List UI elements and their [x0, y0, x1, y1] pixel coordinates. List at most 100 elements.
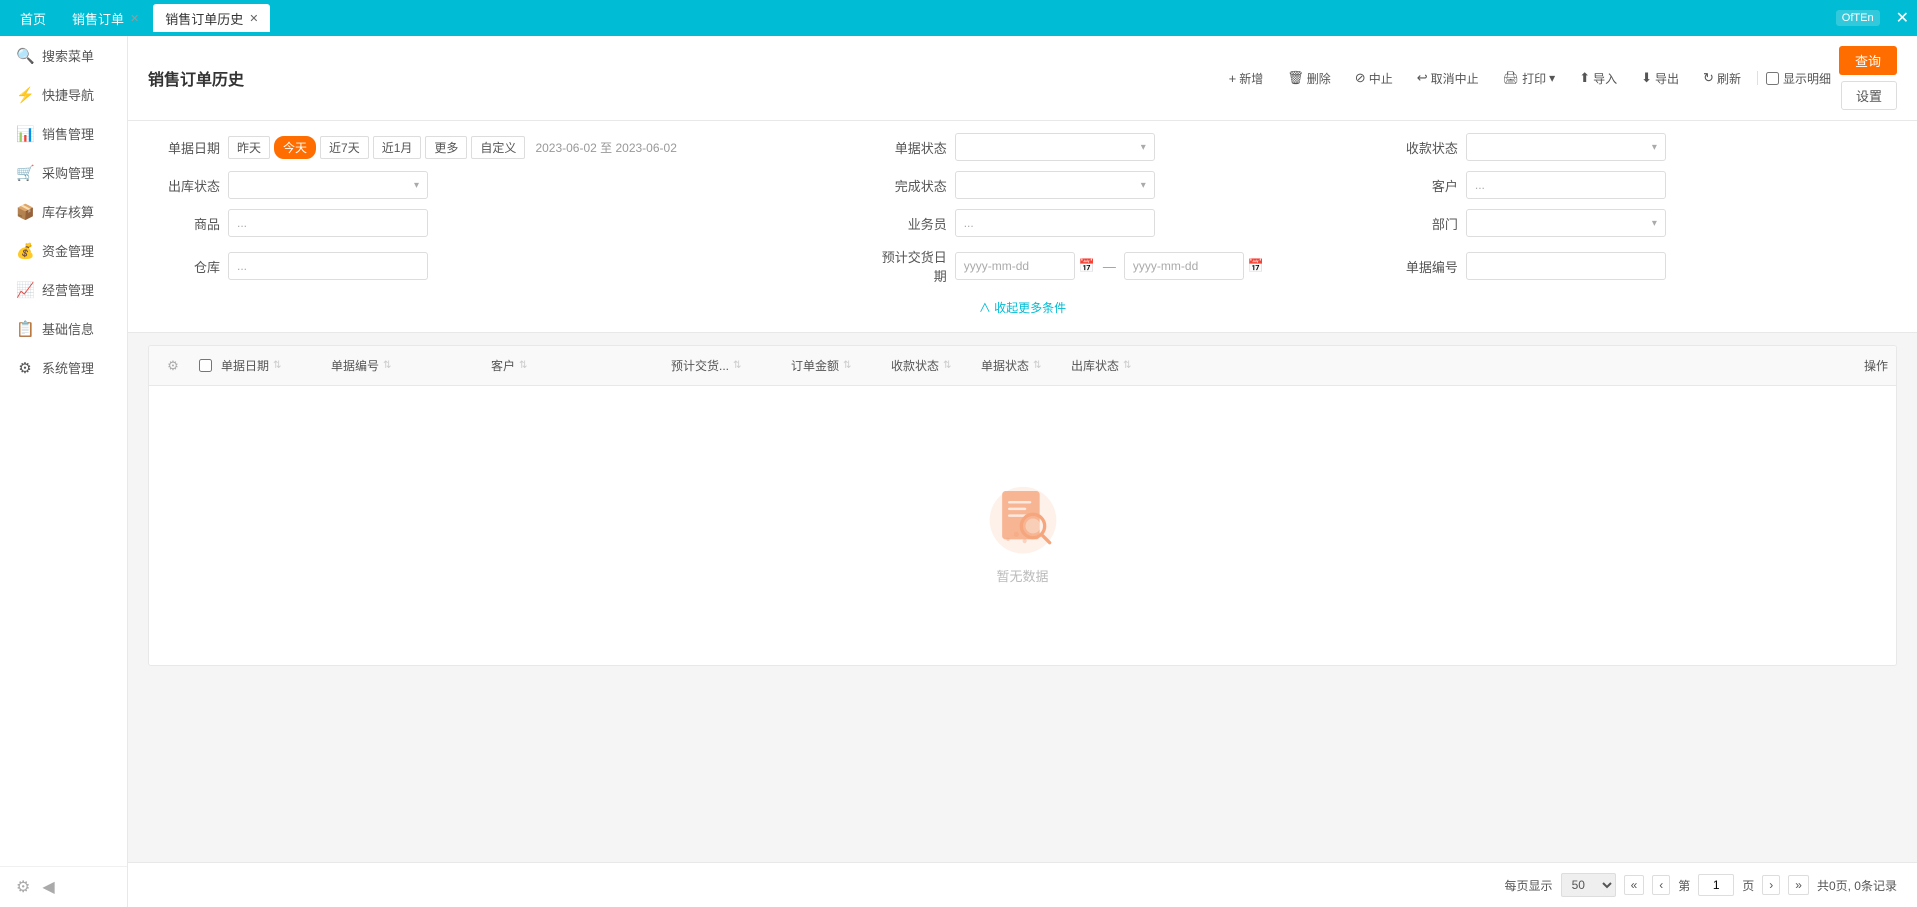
sales-icon: 📊 [16, 125, 34, 143]
order-number-input[interactable] [1466, 252, 1666, 280]
import-button[interactable]: ⬆ 导入 [1571, 66, 1625, 91]
th-number[interactable]: 单据编号 ⇅ [331, 357, 491, 374]
department-control: ▾ [1466, 209, 1897, 237]
outstock-status-select[interactable]: ▾ [228, 171, 428, 199]
window-close-button[interactable]: ✕ [1896, 8, 1909, 28]
tab-sales-order-history-close[interactable]: ✕ [249, 12, 258, 25]
page-summary: 共0页, 0条记录 [1817, 877, 1897, 894]
sidebar-item-quick-nav[interactable]: ⚡ 快捷导航 [0, 75, 127, 114]
th-receipt[interactable]: 收款状态 ⇅ [891, 357, 981, 374]
table-wrap: ⚙ 单据日期 ⇅ 单据编号 ⇅ 客户 ⇅ [148, 345, 1897, 666]
sidebar-item-quick-nav-label: 快捷导航 [42, 85, 94, 104]
date-btn-yesterday[interactable]: 昨天 [228, 136, 270, 159]
th-status[interactable]: 单据状态 ⇅ [981, 357, 1071, 374]
th-outstock[interactable]: 出库状态 ⇅ [1071, 357, 1171, 374]
sidebar-item-base-info[interactable]: 📋 基础信息 [0, 309, 127, 348]
pagination: 每页显示 50 10 20 100 « ‹ 第 页 › » 共0页, 0条记录 [128, 862, 1917, 907]
sidebar-item-purchase-mgmt[interactable]: 🛒 采购管理 [0, 153, 127, 192]
page-header: 销售订单历史 + 新增 🗑 删除 ⊘ 中止 ↩ 取消中止 [128, 36, 1917, 121]
query-button[interactable]: 查询 [1839, 46, 1897, 75]
delete-button[interactable]: 🗑 删除 [1279, 66, 1339, 91]
date-range-buttons: 昨天 今天 近7天 近1月 更多 自定义 [228, 136, 525, 159]
sidebar-item-inventory-check[interactable]: 📦 库存核算 [0, 192, 127, 231]
department-label: 部门 [1386, 214, 1466, 233]
sidebar-collapse-icon[interactable]: ◀ [42, 877, 54, 897]
date-filter-control: 昨天 今天 近7天 近1月 更多 自定义 2023-06-02 至 2023-0… [228, 136, 875, 159]
sidebar-item-ops-mgmt[interactable]: 📈 经营管理 [0, 270, 127, 309]
sidebar-settings-icon[interactable]: ⚙ [16, 877, 30, 897]
th-amount[interactable]: 订单金额 ⇅ [791, 357, 891, 374]
order-number-label: 单据编号 [1386, 257, 1466, 276]
th-number-label: 单据编号 [331, 357, 379, 374]
sidebar-item-fund-mgmt[interactable]: 💰 资金管理 [0, 231, 127, 270]
date-btn-more[interactable]: 更多 [425, 136, 467, 159]
collapse-label: ∧ 收起更多条件 [979, 301, 1066, 315]
th-receipt-label: 收款状态 [891, 357, 939, 374]
print-button[interactable]: 🖨 打印 ▾ [1495, 66, 1564, 91]
page-suffix: 页 [1742, 877, 1754, 894]
date-btn-custom[interactable]: 自定义 [471, 136, 525, 159]
salesperson-select[interactable]: ... [955, 209, 1155, 237]
table-select-all[interactable] [189, 359, 221, 372]
th-date[interactable]: 单据日期 ⇅ [221, 357, 331, 374]
tab-home[interactable]: 首页 [8, 9, 58, 28]
last-page-button[interactable]: » [1788, 875, 1809, 895]
th-customer[interactable]: 客户 ⇅ [491, 357, 671, 374]
tab-sales-order-close[interactable]: ✕ [130, 12, 139, 25]
refresh-button[interactable]: ↻ 刷新 [1695, 66, 1749, 91]
next-page-button[interactable]: › [1762, 875, 1780, 895]
th-amount-label: 订单金额 [791, 357, 839, 374]
th-date-sort: ⇅ [273, 360, 281, 371]
stop-button[interactable]: ⊘ 中止 [1347, 66, 1401, 91]
date-btn-last7[interactable]: 近7天 [320, 136, 369, 159]
sidebar-item-sales-mgmt[interactable]: 📊 销售管理 [0, 114, 127, 153]
date-end-input[interactable]: yyyy-mm-dd [1124, 252, 1244, 280]
goods-select[interactable]: ... [228, 209, 428, 237]
export-button[interactable]: ⬇ 导出 [1633, 66, 1687, 91]
warehouse-select[interactable]: ... [228, 252, 428, 280]
new-label: 新增 [1239, 70, 1263, 87]
complete-status-select[interactable]: ▾ [955, 171, 1155, 199]
date-btn-last1month[interactable]: 近1月 [373, 136, 422, 159]
show-detail-input[interactable] [1766, 72, 1779, 85]
tab-sales-order[interactable]: 销售订单 ✕ [60, 4, 151, 32]
first-page-button[interactable]: « [1624, 875, 1645, 895]
collapse-button[interactable]: ∧ 收起更多条件 [148, 295, 1897, 320]
page-size-select[interactable]: 50 10 20 100 [1561, 873, 1616, 897]
refresh-icon: ↻ [1703, 70, 1714, 86]
order-status-select[interactable]: ▾ [955, 133, 1155, 161]
search-icon: 🔍 [16, 47, 34, 65]
department-select[interactable]: ▾ [1466, 209, 1666, 237]
tab-sales-order-history-label: 销售订单历史 [165, 9, 243, 28]
date-start-input[interactable]: yyyy-mm-dd [955, 252, 1075, 280]
empty-text: 暂无数据 [996, 566, 1048, 585]
sidebar-item-search-menu[interactable]: 🔍 搜索菜单 [0, 36, 127, 75]
select-all-checkbox[interactable] [199, 359, 212, 372]
th-status-label: 单据状态 [981, 357, 1029, 374]
delete-label: 删除 [1307, 70, 1331, 87]
show-detail-label: 显示明细 [1783, 70, 1831, 87]
customer-select[interactable]: ... [1466, 171, 1666, 199]
tab-sales-order-history[interactable]: 销售订单历史 ✕ [153, 4, 270, 32]
print-icon: 🖨 [1503, 70, 1520, 86]
quick-nav-icon: ⚡ [16, 86, 34, 104]
new-button[interactable]: + 新增 [1221, 66, 1272, 91]
empty-state: 暂无数据 [149, 386, 1896, 665]
sidebar-item-system-mgmt[interactable]: ⚙ 系统管理 [0, 348, 127, 387]
th-delivery[interactable]: 预计交货... ⇅ [671, 357, 791, 374]
page-number-input[interactable] [1698, 874, 1734, 896]
delete-icon: 🗑 [1287, 70, 1304, 86]
top-bar: 首页 销售订单 ✕ 销售订单历史 ✕ OfTEn ✕ [0, 0, 1917, 36]
cancel-stop-button[interactable]: ↩ 取消中止 [1409, 66, 1487, 91]
settings-button[interactable]: 设置 [1841, 81, 1897, 110]
import-label: 导入 [1593, 70, 1617, 87]
receipt-status-select[interactable]: ▾ [1466, 133, 1666, 161]
prev-page-button[interactable]: ‹ [1652, 875, 1670, 895]
date-btn-today[interactable]: 今天 [274, 136, 316, 159]
order-status-control: ▾ [955, 133, 1386, 161]
date-end-icon[interactable]: 📅 [1248, 258, 1264, 274]
date-start-icon[interactable]: 📅 [1079, 258, 1095, 274]
show-detail-checkbox[interactable]: 显示明细 [1766, 70, 1831, 87]
table-settings-icon[interactable]: ⚙ [157, 358, 189, 374]
th-action-label: 操作 [1864, 357, 1888, 374]
